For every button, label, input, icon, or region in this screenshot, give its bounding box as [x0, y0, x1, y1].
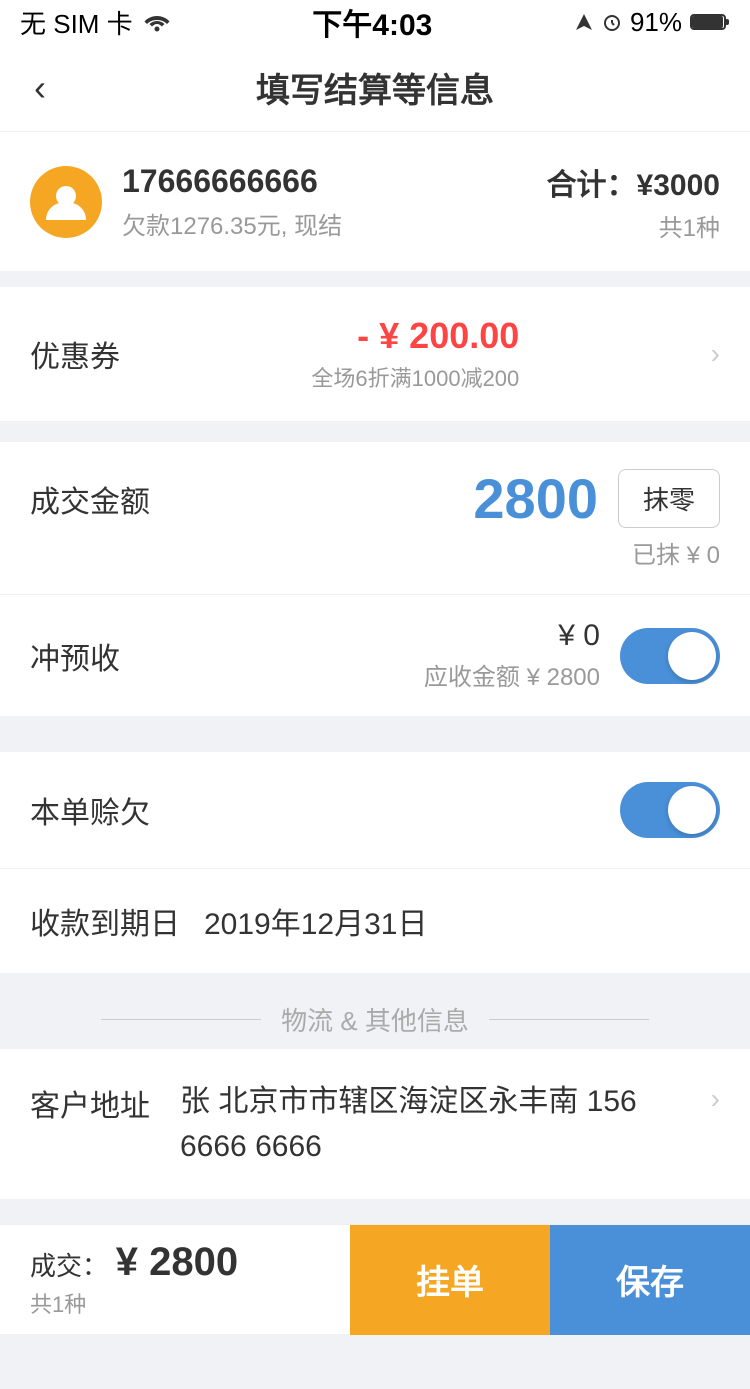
alarm-icon [602, 12, 622, 32]
debt-section: 本单赊欠 [0, 752, 750, 868]
prepay-sub: 应收金额 ¥ 2800 [424, 657, 600, 692]
prepay-toggle[interactable] [620, 628, 720, 684]
coupon-right: - ¥ 200.00 全场6折满1000减200 [311, 315, 519, 393]
address-chevron-icon: › [711, 1083, 720, 1115]
back-button[interactable]: ‹ [24, 57, 56, 119]
prepay-label: 冲预收 [30, 634, 120, 678]
nav-bar: ‹ 填写结算等信息 [0, 44, 750, 132]
debt-label: 本单赊欠 [30, 788, 150, 832]
total-amount: 合计：¥3000 [547, 160, 720, 204]
duedate-label: 收款到期日 [30, 899, 180, 943]
customer-card: 17666666666 欠款1276.35元, 现结 合计：¥3000 共1种 [0, 132, 750, 271]
avatar [30, 166, 102, 238]
page-title: 填写结算等信息 [256, 63, 494, 112]
total-count: 共1种 [547, 208, 720, 243]
status-right: 91% [574, 7, 730, 38]
customer-debt: 欠款1276.35元, 现结 [122, 206, 342, 241]
bottom-summary: 成交： ¥ 2800 共1种 [0, 1240, 350, 1319]
toggle-knob [668, 632, 716, 680]
section-divider-1 [0, 422, 750, 442]
prepay-right: ¥ 0 应收金额 ¥ 2800 [424, 619, 720, 692]
logistics-label: 物流 & 其他信息 [281, 1001, 469, 1038]
status-bar: 无 SIM 卡 下午4:03 91% [0, 0, 750, 44]
wifi-icon [143, 12, 171, 32]
debt-toggle[interactable] [620, 782, 720, 838]
transaction-sub: 已抹 ¥ 0 [30, 535, 720, 570]
bottom-count: 共1种 [30, 1287, 320, 1319]
transaction-section: 成交金额 2800 抹零 已抹 ¥ 0 [0, 442, 750, 594]
battery-icon [690, 12, 730, 32]
round-button[interactable]: 抹零 [618, 469, 720, 528]
transaction-right: 2800 抹零 [473, 466, 720, 531]
user-avatar-icon [42, 178, 90, 226]
bottom-trans-amount: ¥ 2800 [116, 1240, 238, 1284]
location-icon [574, 12, 594, 32]
address-value: 张 北京市市辖区海淀区永丰南 156 6666 6666 [180, 1079, 701, 1169]
hang-button[interactable]: 挂单 [350, 1225, 550, 1335]
duedate-section: 收款到期日 2019年12月31日 [0, 868, 750, 973]
battery-percent: 91% [630, 7, 682, 38]
address-section[interactable]: 客户地址 张 北京市市辖区海淀区永丰南 156 6666 6666 › [0, 1049, 750, 1199]
coupon-chevron-icon: › [711, 338, 720, 370]
sim-label: 无 SIM 卡 [20, 4, 133, 41]
prepay-row: 冲预收 ¥ 0 应收金额 ¥ 2800 [0, 594, 750, 716]
prepay-amount: ¥ 0 [424, 619, 600, 653]
coupon-amount: - ¥ 200.00 [311, 315, 519, 357]
logistics-divider: 物流 & 其他信息 [0, 989, 750, 1049]
coupon-desc: 全场6折满1000减200 [311, 361, 519, 393]
duedate-value: 2019年12月31日 [204, 899, 427, 943]
transaction-amount: 2800 [473, 466, 598, 531]
debt-toggle-knob [668, 786, 716, 834]
transaction-label: 成交金额 [30, 477, 150, 521]
customer-info: 17666666666 欠款1276.35元, 现结 [122, 163, 342, 241]
save-button[interactable]: 保存 [550, 1225, 750, 1335]
customer-total: 合计：¥3000 共1种 [547, 160, 720, 243]
bottom-bar: 成交： ¥ 2800 共1种 挂单 保存 [0, 1224, 750, 1334]
address-label: 客户地址 [30, 1081, 150, 1125]
coupon-row[interactable]: 优惠券 - ¥ 200.00 全场6折满1000减200 › [0, 287, 750, 422]
bottom-trans-label: 成交： [30, 1251, 108, 1281]
customer-phone: 17666666666 [122, 163, 342, 200]
status-time: 下午4:03 [312, 0, 432, 44]
coupon-label: 优惠券 [30, 332, 120, 376]
status-left: 无 SIM 卡 [20, 4, 171, 41]
section-divider-2 [0, 716, 750, 736]
